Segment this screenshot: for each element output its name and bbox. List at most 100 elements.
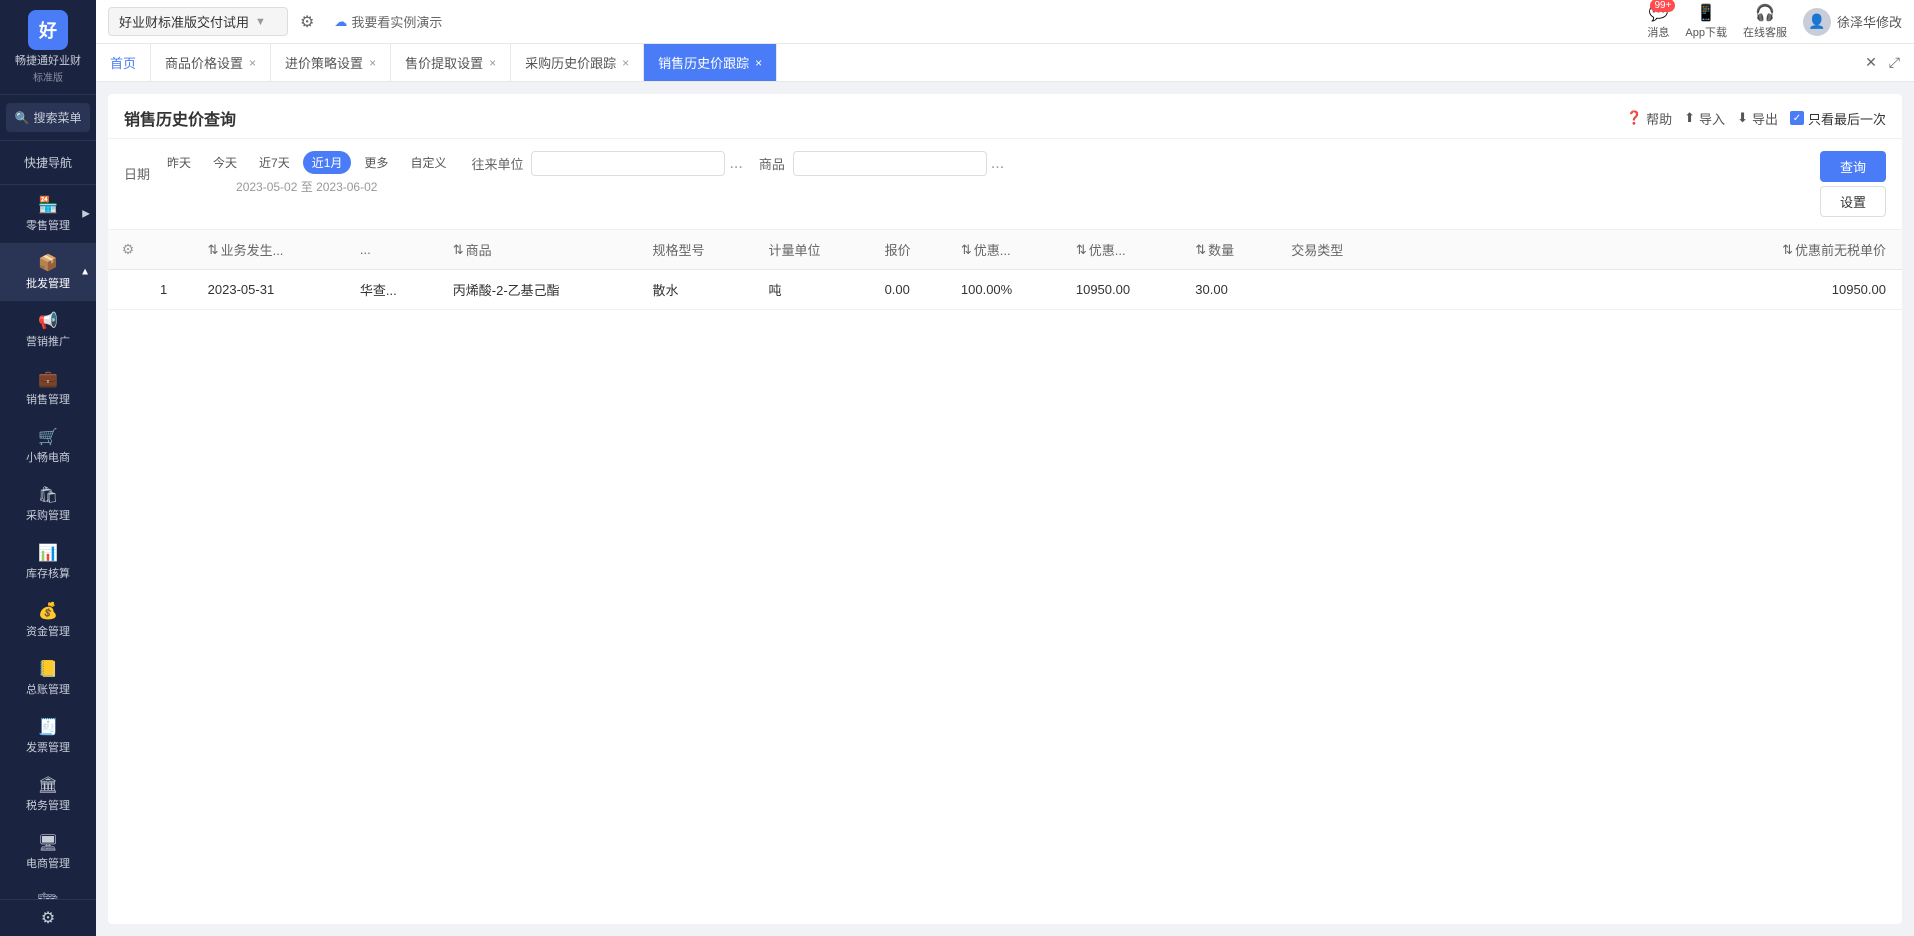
date-btn-more[interactable]: 更多: [355, 151, 397, 174]
sidebar-item-label: 销售管理: [26, 391, 70, 407]
date-btn-yesterday[interactable]: 昨天: [158, 151, 200, 174]
sort-icon[interactable]: ⇅: [1782, 242, 1793, 258]
col-spec-header: 规格型号: [641, 230, 757, 270]
search-icon: 🔍: [15, 111, 30, 125]
table-column-settings-button[interactable]: ⚙: [122, 241, 135, 258]
sidebar-item-assets[interactable]: 🏗 固定资产: [0, 881, 96, 899]
sidebar-quick-nav: 快捷导航: [0, 141, 96, 185]
only-last-label: 只看最后一次: [1808, 109, 1886, 128]
sort-icon[interactable]: ⇅: [1076, 242, 1087, 258]
demo-button[interactable]: ☁ 我要看实例演示: [334, 12, 442, 31]
only-last-checkbox[interactable]: ✓ 只看最后一次: [1790, 109, 1886, 128]
sidebar-item-ledger[interactable]: 📒 总账管理: [0, 649, 96, 707]
product-input[interactable]: [793, 151, 987, 176]
row-discount-pct-cell: 100.00%: [949, 270, 1064, 310]
sidebar-item-ecommerce[interactable]: 🖥 电商管理: [0, 823, 96, 881]
tab-close-window-button[interactable]: ✕: [1859, 50, 1883, 75]
sidebar-logo[interactable]: 好 畅捷通好业财 标准版: [0, 0, 96, 95]
avatar: 👤: [1803, 8, 1831, 36]
retail-icon: 🏪: [38, 195, 58, 215]
tab-bar: 首页 商品价格设置 × 进价策略设置 × 售价提取设置 × 采购历史价跟踪 × …: [96, 44, 1914, 82]
app-download-button[interactable]: 📱 App下载: [1685, 3, 1727, 40]
source-unit-input[interactable]: [531, 151, 725, 176]
sidebar-item-marketing[interactable]: 📢 营销推广: [0, 301, 96, 359]
row-quote-cell: 0.00: [873, 270, 949, 310]
topbar-settings-button[interactable]: ⚙: [296, 8, 318, 36]
tab-purchase-strategy[interactable]: 进价策略设置 ×: [271, 44, 391, 82]
col-unit-header: 计量单位: [757, 230, 873, 270]
sidebar-settings-button[interactable]: ⚙: [41, 908, 55, 928]
tax-icon: 🏛: [38, 775, 58, 795]
quick-nav-button[interactable]: 快捷导航: [0, 147, 96, 178]
col-trans-type-label: 交易类型: [1291, 240, 1343, 259]
logo-text: 畅捷通好业财: [15, 54, 81, 69]
tab-purchase-history-label: 采购历史价跟踪: [525, 53, 616, 72]
tab-close-icon[interactable]: ×: [249, 56, 256, 70]
date-btn-today[interactable]: 今天: [204, 151, 246, 174]
source-unit-label: 往来单位: [471, 154, 523, 173]
sort-icon[interactable]: ⇅: [1195, 242, 1206, 258]
col-discount-pct-label: 优惠...: [974, 240, 1011, 259]
sidebar-item-label: 小畅电商: [26, 449, 70, 465]
sidebar-item-sales[interactable]: 💼 销售管理: [0, 359, 96, 417]
col-trans-type-header: 交易类型: [1279, 230, 1395, 270]
product-selector[interactable]: 好业财标准版交付试用 ▼: [108, 7, 288, 36]
product-dots-button[interactable]: ...: [991, 155, 1004, 173]
row-unit-cell: 吨: [757, 270, 873, 310]
tab-home[interactable]: 首页: [96, 44, 151, 82]
tab-close-icon[interactable]: ×: [755, 56, 762, 70]
sort-icon[interactable]: ⇅: [208, 242, 219, 258]
query-button[interactable]: 查询: [1820, 151, 1886, 182]
date-btn-last1m[interactable]: 近1月: [303, 151, 352, 174]
sales-icon: 💼: [38, 369, 58, 389]
tab-product-price[interactable]: 商品价格设置 ×: [151, 44, 271, 82]
tab-home-label: 首页: [110, 53, 136, 72]
col-discount-val-label: 优惠...: [1089, 240, 1126, 259]
sidebar-item-inventory[interactable]: 📊 库存核算: [0, 533, 96, 591]
chevron-up-icon: ▲: [80, 267, 90, 278]
col-seq-header: [148, 230, 196, 270]
sidebar-item-purchase[interactable]: 🛍 采购管理: [0, 475, 96, 533]
user-profile-button[interactable]: 👤 徐泽华修改: [1803, 8, 1902, 36]
sidebar-item-tax[interactable]: 🏛 税务管理: [0, 765, 96, 823]
export-button[interactable]: ⬇ 导出: [1737, 109, 1778, 128]
sidebar-search-button[interactable]: 🔍 搜索菜单: [6, 103, 90, 132]
export-icon: ⬇: [1737, 110, 1748, 126]
sidebar-bottom: ⚙: [0, 899, 96, 936]
sidebar-item-invoice[interactable]: 🧾 发票管理: [0, 707, 96, 765]
col-product-header: ⇅ 商品: [441, 230, 641, 270]
help-label: 帮助: [1646, 109, 1672, 128]
sidebar-item-ecommerce-small[interactable]: 🛒 小畅电商: [0, 417, 96, 475]
tab-price-extract[interactable]: 售价提取设置 ×: [391, 44, 511, 82]
col-pretax-header: ⇅ 优惠前无税单价: [1701, 230, 1902, 270]
sort-icon[interactable]: ⇅: [453, 242, 464, 258]
sort-icon[interactable]: ⇅: [961, 242, 972, 258]
sidebar: 好 畅捷通好业财 标准版 🔍 搜索菜单 快捷导航 🏪 零售管理 ▶ 📦 批发管理…: [0, 0, 96, 936]
sidebar-item-wholesale[interactable]: 📦 批发管理 ▲: [0, 243, 96, 301]
checkbox-checked-icon: ✓: [1790, 111, 1804, 125]
sidebar-item-label: 电商管理: [26, 855, 70, 871]
tab-close-icon[interactable]: ×: [622, 56, 629, 70]
import-button[interactable]: ⬆ 导入: [1684, 109, 1725, 128]
sidebar-item-retail[interactable]: 🏪 零售管理 ▶: [0, 185, 96, 243]
settings-button[interactable]: 设置: [1820, 186, 1886, 217]
sidebar-item-label: 采购管理: [26, 507, 70, 523]
sidebar-item-label: 税务管理: [26, 797, 70, 813]
sidebar-item-finance[interactable]: 💰 资金管理: [0, 591, 96, 649]
row-trans-type-cell: [1279, 270, 1395, 310]
date-btn-custom[interactable]: 自定义: [401, 151, 455, 174]
online-service-button[interactable]: 🎧 在线客服: [1743, 3, 1787, 40]
tab-sales-history[interactable]: 销售历史价跟踪 ×: [644, 44, 777, 82]
filter-actions: 查询 设置: [1820, 151, 1886, 217]
help-button[interactable]: ❓ 帮助: [1626, 109, 1672, 128]
messages-button[interactable]: 💬 消息 99+: [1647, 3, 1669, 40]
demo-icon: ☁: [334, 14, 347, 30]
tab-close-icon[interactable]: ×: [489, 56, 496, 70]
tab-close-icon[interactable]: ×: [369, 56, 376, 70]
tab-purchase-history[interactable]: 采购历史价跟踪 ×: [511, 44, 644, 82]
source-unit-dots-button[interactable]: ...: [729, 155, 742, 173]
product-dropdown-icon: ▼: [255, 16, 266, 28]
data-table: ⚙ ⇅ 业务发生... ...: [108, 230, 1902, 310]
tab-maximize-button[interactable]: ⤢: [1883, 50, 1906, 75]
date-btn-last7[interactable]: 近7天: [250, 151, 299, 174]
